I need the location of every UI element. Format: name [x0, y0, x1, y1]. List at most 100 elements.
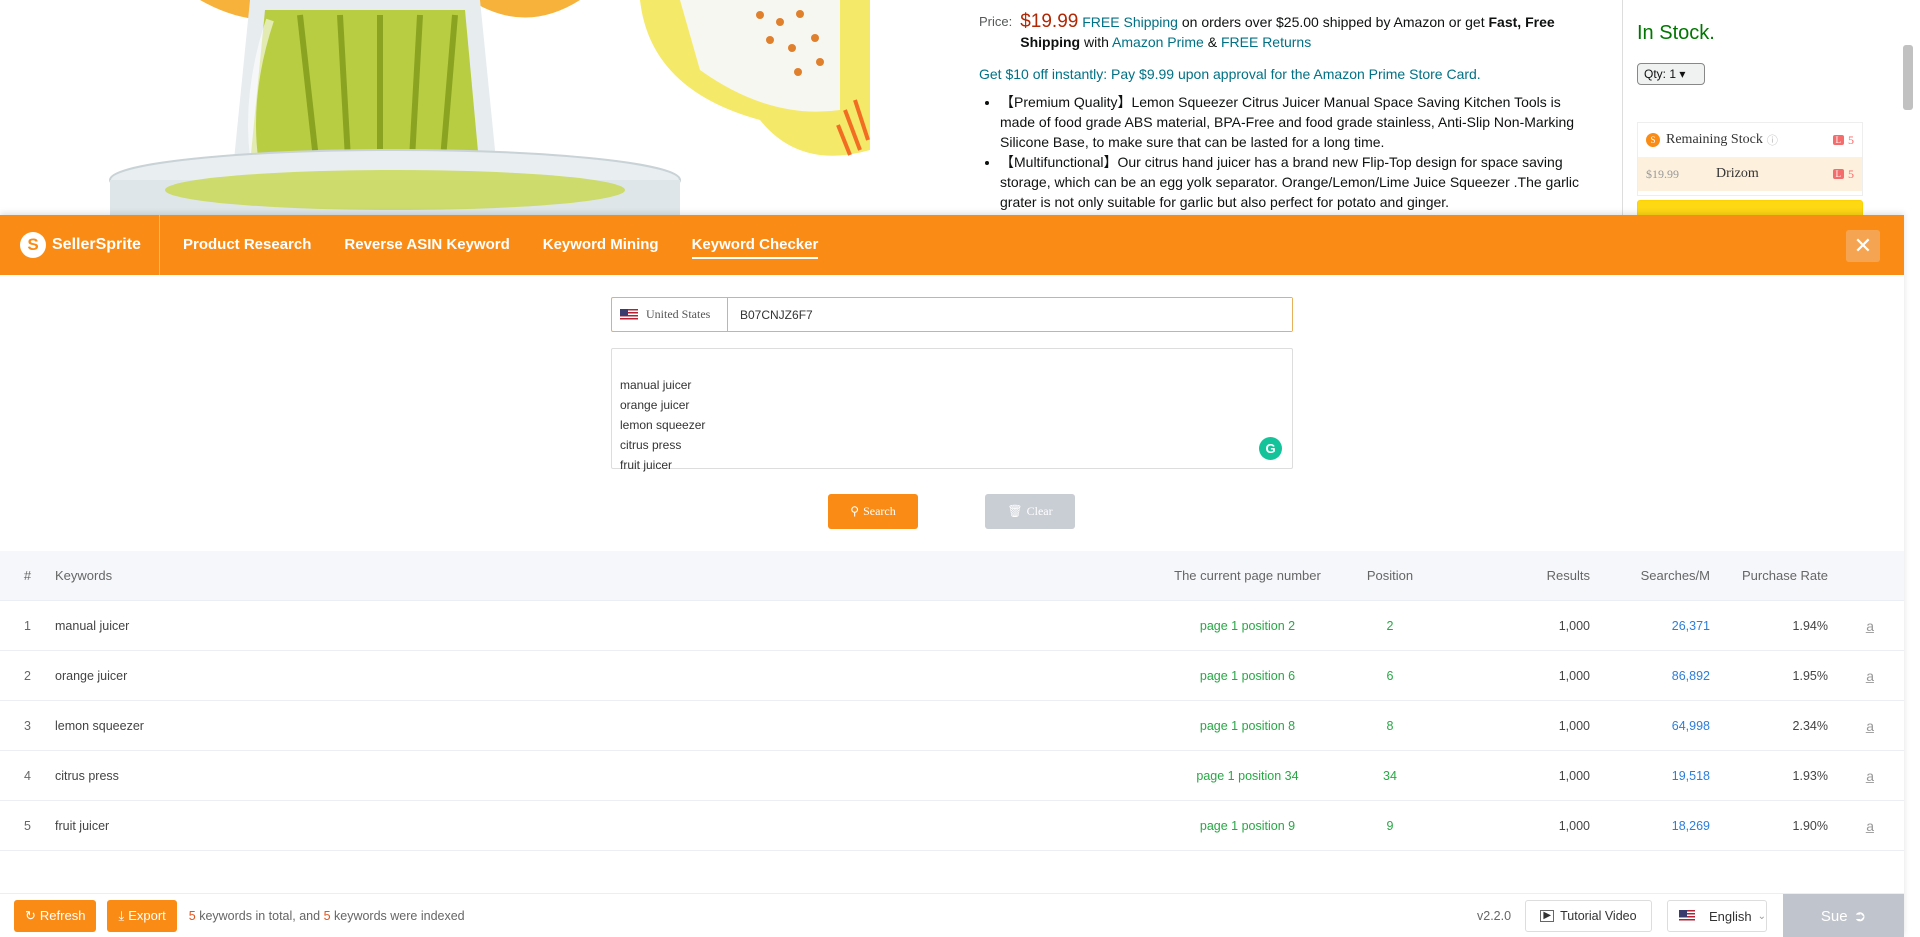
add-to-cart-button[interactable] [1637, 200, 1863, 215]
row-searches[interactable]: 26,371 [1590, 619, 1710, 633]
amp-text: & [1203, 34, 1221, 50]
keyword-results-table: # Keywords The current page number Posit… [0, 551, 1904, 851]
with-text: with [1080, 34, 1113, 50]
row-position: 9 [1386, 818, 1394, 833]
keywords-textarea[interactable]: manual juicer orange juicer lemon squeez… [611, 348, 1293, 472]
stock-count: 5 [1848, 166, 1854, 181]
remaining-stock-widget: S Remaining Stock ⓘ L 5 $19.99 Drizom L … [1637, 122, 1863, 196]
sellersprite-panel: S SellerSprite Product Research Reverse … [0, 215, 1904, 937]
price-label: Price: [979, 14, 1013, 29]
us-flag-icon [1679, 910, 1695, 922]
product-detail: Price: $19.99 FREE Shipping on orders ov… [979, 12, 1579, 212]
row-purchase-rate: 1.90% [1792, 818, 1828, 833]
row-position: 34 [1383, 768, 1397, 783]
clear-button[interactable]: 🗑 Clear [985, 494, 1075, 529]
row-purchase-rate: 1.95% [1792, 668, 1828, 683]
row-index: 3 [24, 718, 31, 733]
row-index: 1 [24, 618, 31, 633]
header-position: Position [1366, 568, 1414, 583]
amazon-search-icon[interactable]: a̲ [1828, 618, 1874, 634]
header-index: # [23, 568, 32, 583]
row-results: 1,000 [1558, 768, 1590, 783]
remaining-stock-label: Remaining Stock [1666, 132, 1763, 147]
amazon-search-icon[interactable]: a̲ [1828, 818, 1874, 834]
brand-name: SellerSprite [52, 236, 141, 253]
row-searches[interactable]: 18,269 [1590, 819, 1710, 833]
row-page-position: page 1 position 9 [1199, 818, 1296, 833]
prime-card-promo[interactable]: Get $10 off instantly: Pay $9.99 upon ap… [979, 64, 1579, 84]
export-button[interactable]: ⤓ Export [107, 899, 177, 932]
row-searches[interactable]: 64,998 [1590, 719, 1710, 733]
user-name: Sue [1820, 907, 1848, 925]
amazon-product-page: Price: $19.99 FREE Shipping on orders ov… [0, 0, 1920, 215]
tab-keyword-checker[interactable]: Keyword Checker [691, 232, 819, 259]
stock-count: 5 [1848, 132, 1854, 147]
asin-input[interactable] [728, 298, 1292, 331]
seller-price: $19.99 [1646, 166, 1679, 181]
help-icon[interactable]: ⓘ [1767, 132, 1778, 148]
clear-button-label: Clear [1026, 504, 1053, 518]
amazon-search-icon[interactable]: a̲ [1828, 668, 1874, 684]
tab-product-research[interactable]: Product Research [183, 232, 311, 259]
juicer-illustration [109, 0, 870, 215]
language-select[interactable]: English ⌄ [1667, 900, 1767, 932]
row-index: 5 [24, 818, 31, 833]
row-keyword: lemon squeezer [55, 718, 144, 733]
refresh-label: Refresh [39, 908, 86, 923]
table-row: 2 orange juicer page 1 position 6 6 1,00… [0, 651, 1904, 701]
product-image[interactable] [0, 0, 870, 215]
search-button-label: Search [863, 504, 896, 518]
table-header: # Keywords The current page number Posit… [0, 551, 1904, 601]
tab-keyword-mining[interactable]: Keyword Mining [543, 232, 659, 259]
indexed-text: keywords were indexed [330, 908, 465, 923]
close-button[interactable]: ✕ [1846, 230, 1880, 262]
row-position: 2 [1386, 618, 1394, 633]
tutorial-video-button[interactable]: ▶ Tutorial Video [1525, 900, 1652, 932]
amazon-prime-link[interactable]: Amazon Prime [1112, 34, 1204, 50]
grammarly-icon[interactable]: G [1259, 437, 1282, 460]
marketplace-label: United States [646, 307, 711, 321]
row-position: 6 [1386, 668, 1394, 683]
row-searches[interactable]: 19,518 [1590, 769, 1710, 783]
tab-reverse-asin-keyword[interactable]: Reverse ASIN Keyword [344, 232, 509, 259]
keywords-text: manual juicer orange juicer lemon squeez… [620, 378, 706, 472]
row-keyword: fruit juicer [55, 818, 110, 833]
export-label: Export [128, 908, 166, 923]
version-label: v2.2.0 [1477, 909, 1512, 923]
amazon-search-icon[interactable]: a̲ [1828, 768, 1874, 784]
user-menu[interactable]: Sue ➲ [1783, 894, 1904, 937]
header-page-number: The current page number [1174, 567, 1321, 583]
search-button[interactable]: ⚲ Search [828, 494, 918, 529]
feature-bullet: 【Premium Quality】Lemon Squeezer Citrus J… [1000, 92, 1579, 152]
row-results: 1,000 [1558, 718, 1590, 733]
close-icon: ✕ [1853, 233, 1873, 258]
us-flag-icon [620, 308, 638, 321]
marketplace-select[interactable]: United States [612, 298, 728, 331]
panel-footer: ↻ Refresh ⤓ Export 5 keywords in total, … [0, 893, 1904, 937]
amazon-search-icon[interactable]: a̲ [1828, 718, 1874, 734]
sellersprite-brand[interactable]: S SellerSprite [0, 215, 160, 275]
seller-name[interactable]: Drizom [1716, 166, 1759, 182]
tutorial-label: Tutorial Video [1560, 909, 1637, 923]
table-row: 1 manual juicer page 1 position 2 2 1,00… [0, 601, 1904, 651]
table-row: 3 lemon squeezer page 1 position 8 8 1,0… [0, 701, 1904, 751]
shipping-text: on orders over $25.00 shipped by Amazon … [1177, 14, 1489, 30]
row-index: 2 [24, 668, 31, 683]
quantity-select[interactable]: Qty: 1 ▾ [1637, 63, 1705, 85]
table-row: 5 fruit juicer page 1 position 9 9 1,000… [0, 801, 1904, 851]
free-shipping-link[interactable]: FREE Shipping [1082, 14, 1178, 30]
row-purchase-rate: 1.93% [1792, 768, 1828, 783]
refresh-button[interactable]: ↻ Refresh [14, 899, 97, 932]
row-keyword: orange juicer [55, 668, 128, 683]
header-purchase-rate: Purchase Rate [1742, 568, 1828, 583]
row-searches[interactable]: 86,892 [1590, 669, 1710, 683]
buy-box: In Stock. Qty: 1 ▾ S Remaining Stock ⓘ L… [1622, 0, 1900, 215]
feature-bullets: 【Premium Quality】Lemon Squeezer Citrus J… [979, 92, 1579, 212]
seller-stock-row: $19.99 Drizom L 5 [1638, 157, 1862, 191]
row-keyword: citrus press [55, 768, 119, 783]
remaining-stock-row: S Remaining Stock ⓘ L 5 [1638, 123, 1862, 157]
free-returns-link[interactable]: FREE Returns [1221, 34, 1311, 50]
page-scrollbar[interactable] [1903, 45, 1913, 110]
table-row: 4 citrus press page 1 position 34 34 1,0… [0, 751, 1904, 801]
row-results: 1,000 [1558, 818, 1590, 833]
